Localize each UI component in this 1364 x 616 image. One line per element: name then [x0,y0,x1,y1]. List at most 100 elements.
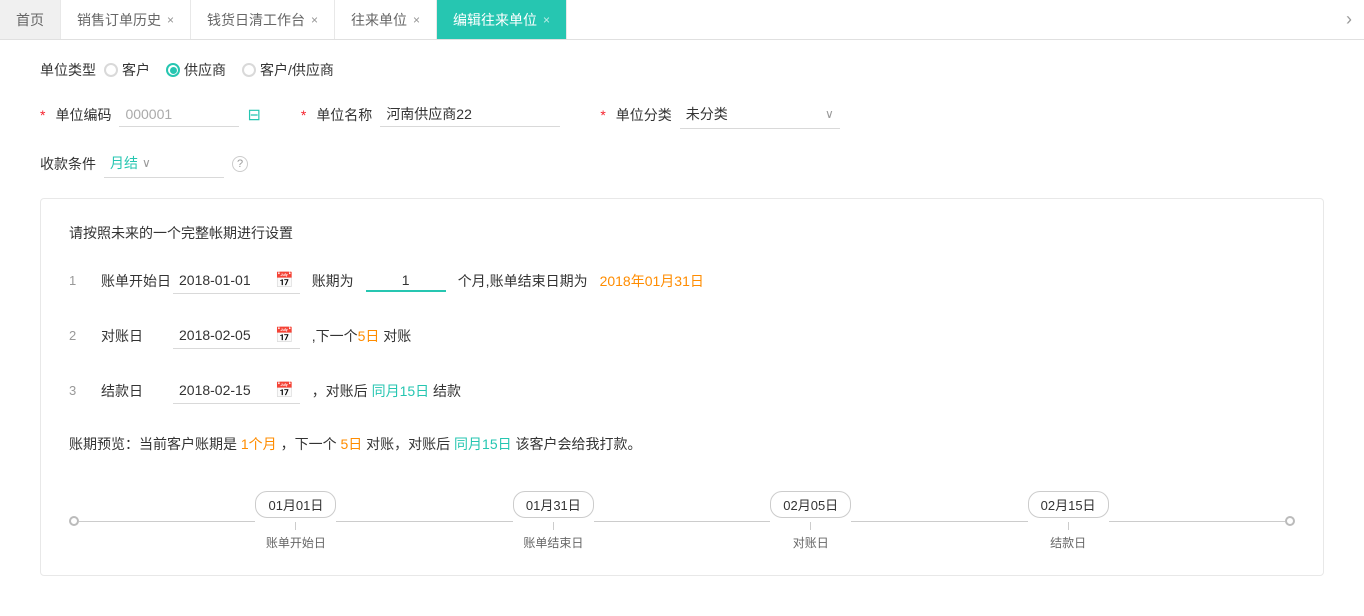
unit-classify-value: 未分类 [686,104,728,124]
unit-type-field: 单位类型 客户 供应商 客户/供应商 [40,60,334,80]
radio-supplier-circle [166,63,180,77]
tab-unit[interactable]: 往来单位 × [335,0,437,39]
radio-customer[interactable]: 客户 [104,60,150,80]
timeline-connector-3 [810,522,811,530]
timeline-end-dot [1285,516,1295,526]
radio-both-circle [242,63,256,77]
reconcile-date-calendar-icon[interactable]: 📅 [275,326,294,344]
unit-name-input[interactable] [380,102,560,127]
preview-part3: 5日 [340,436,362,452]
payment-date-input[interactable] [179,382,269,398]
period-num-3: 3 [69,383,89,398]
timeline-badge-1: 01月01日 [255,491,336,518]
copy-icon[interactable]: ⊟ [247,105,260,125]
tab-bar: 首页 销售订单历史 × 钱货日清工作台 × 往来单位 × 编辑往来单位 × › [0,0,1364,40]
preview-part4: 对账，对账后 [366,436,450,452]
unit-classify-label: 单位分类 [616,105,672,125]
tab-edit-unit-label: 编辑往来单位 [453,10,537,30]
radio-supplier-label: 供应商 [184,60,226,80]
timeline-line-5 [1109,521,1285,522]
unit-code-label: 单位编码 [55,105,111,125]
unit-code-input[interactable] [119,102,239,127]
payment-date-wrap: 📅 [173,377,300,404]
tab-expand-button[interactable]: › [1334,0,1364,39]
tab-unit-close[interactable]: × [413,13,420,27]
period-label-3: 结款日 [101,381,161,401]
radio-customer-circle [104,63,118,77]
timeline-badge-4: 02月15日 [1028,491,1109,518]
tab-home-label: 首页 [16,10,44,30]
timeline-label-4: 结款日 [1050,534,1086,551]
tab-sales-history[interactable]: 销售订单历史 × [61,0,191,39]
preview-part5: 同月15日 [454,436,512,452]
unit-type-row: 单位类型 客户 供应商 客户/供应商 [40,60,1324,80]
radio-supplier[interactable]: 供应商 [166,60,226,80]
timeline-node-1: 01月01日 账单开始日 [255,491,336,551]
end-date-highlight: 2018年01月31日 [600,271,704,291]
tab-unit-label: 往来单位 [351,10,407,30]
start-date-wrap: 📅 [173,267,300,294]
timeline-line-2 [336,521,512,522]
radio-both[interactable]: 客户/供应商 [242,60,334,80]
timeline: 01月01日 账单开始日 01月31日 账单结束日 02月05日 对账日 [69,481,1295,551]
period-label-1: 账单开始日 [101,271,161,291]
unit-classify-star: * [600,107,605,123]
help-icon[interactable]: ? [232,156,248,172]
unit-code-star: * [40,107,45,123]
timeline-node-3: 02月05日 对账日 [770,491,851,551]
unit-classify-select[interactable]: 未分类 ∨ [680,100,840,129]
preview-part6: 该客户会给我打款。 [516,436,642,452]
unit-name-star: * [301,107,306,123]
timeline-connector-1 [295,522,296,530]
period-desc-3: ，对账后 同月15日 结款 [312,381,461,401]
unit-info-row: * 单位编码 ⊟ * 单位名称 * 单位分类 未分类 ∨ [40,100,1324,129]
radio-both-label: 客户/供应商 [260,60,334,80]
payment-date-calendar-icon[interactable]: 📅 [275,381,294,399]
timeline-line-3 [594,521,770,522]
timeline-node-2: 01月31日 账单结束日 [513,491,594,551]
tab-home[interactable]: 首页 [0,0,61,39]
payment-terms-label: 收款条件 [40,154,96,174]
tab-edit-unit[interactable]: 编辑往来单位 × [437,0,567,39]
reconcile-date-input[interactable] [179,327,269,343]
tab-cash-flow-close[interactable]: × [311,13,318,27]
period-row-3: 3 结款日 📅 ，对账后 同月15日 结款 [69,377,1295,404]
payment-terms-select[interactable]: 月结 ∨ [104,149,224,178]
payment-terms-field: 收款条件 月结 ∨ ? [40,149,248,178]
timeline-line-1 [79,521,255,522]
period-desc-suffix-1: 个月,账单结束日期为 [458,271,588,291]
period-num-1: 1 [69,273,89,288]
timeline-node-4: 02月15日 结款日 [1028,491,1109,551]
timeline-line-4 [851,521,1027,522]
preview-part1: 1个月 [241,436,277,452]
start-date-input[interactable] [179,272,269,288]
period-desc-prefix-1: 账期为 [312,271,354,291]
period-num-2: 2 [69,328,89,343]
period-settings-section: 请按照未来的一个完整帐期进行设置 1 账单开始日 📅 账期为 个月,账单结束日期… [40,198,1324,576]
tab-cash-flow[interactable]: 钱货日清工作台 × [191,0,335,39]
payment-terms-row: 收款条件 月结 ∨ ? [40,149,1324,178]
months-input[interactable] [366,270,446,292]
section-title: 请按照未来的一个完整帐期进行设置 [69,223,1295,243]
start-date-calendar-icon[interactable]: 📅 [275,271,294,289]
timeline-start-dot [69,516,79,526]
timeline-label-1: 账单开始日 [266,534,326,551]
tab-cash-flow-label: 钱货日清工作台 [207,10,305,30]
tab-sales-history-close[interactable]: × [167,13,174,27]
timeline-badge-2: 01月31日 [513,491,594,518]
period-row-1: 1 账单开始日 📅 账期为 个月,账单结束日期为 2018年01月31日 [69,267,1295,294]
payment-day-highlight: 同月15日 [372,383,430,399]
unit-classify-field: * 单位分类 未分类 ∨ [600,100,839,129]
radio-customer-label: 客户 [122,60,150,80]
reconcile-date-wrap: 📅 [173,322,300,349]
main-content: 单位类型 客户 供应商 客户/供应商 * 单位编码 [0,40,1364,616]
unit-name-label: 单位名称 [316,105,372,125]
period-label-2: 对账日 [101,326,161,346]
unit-code-field: * 单位编码 ⊟ [40,102,261,127]
payment-terms-chevron-down-icon: ∨ [142,156,151,170]
unit-name-field: * 单位名称 [301,102,560,127]
timeline-connector-2 [553,522,554,530]
tab-sales-history-label: 销售订单历史 [77,10,161,30]
unit-type-radio-group: 客户 供应商 客户/供应商 [104,60,334,80]
tab-edit-unit-close[interactable]: × [543,13,550,27]
